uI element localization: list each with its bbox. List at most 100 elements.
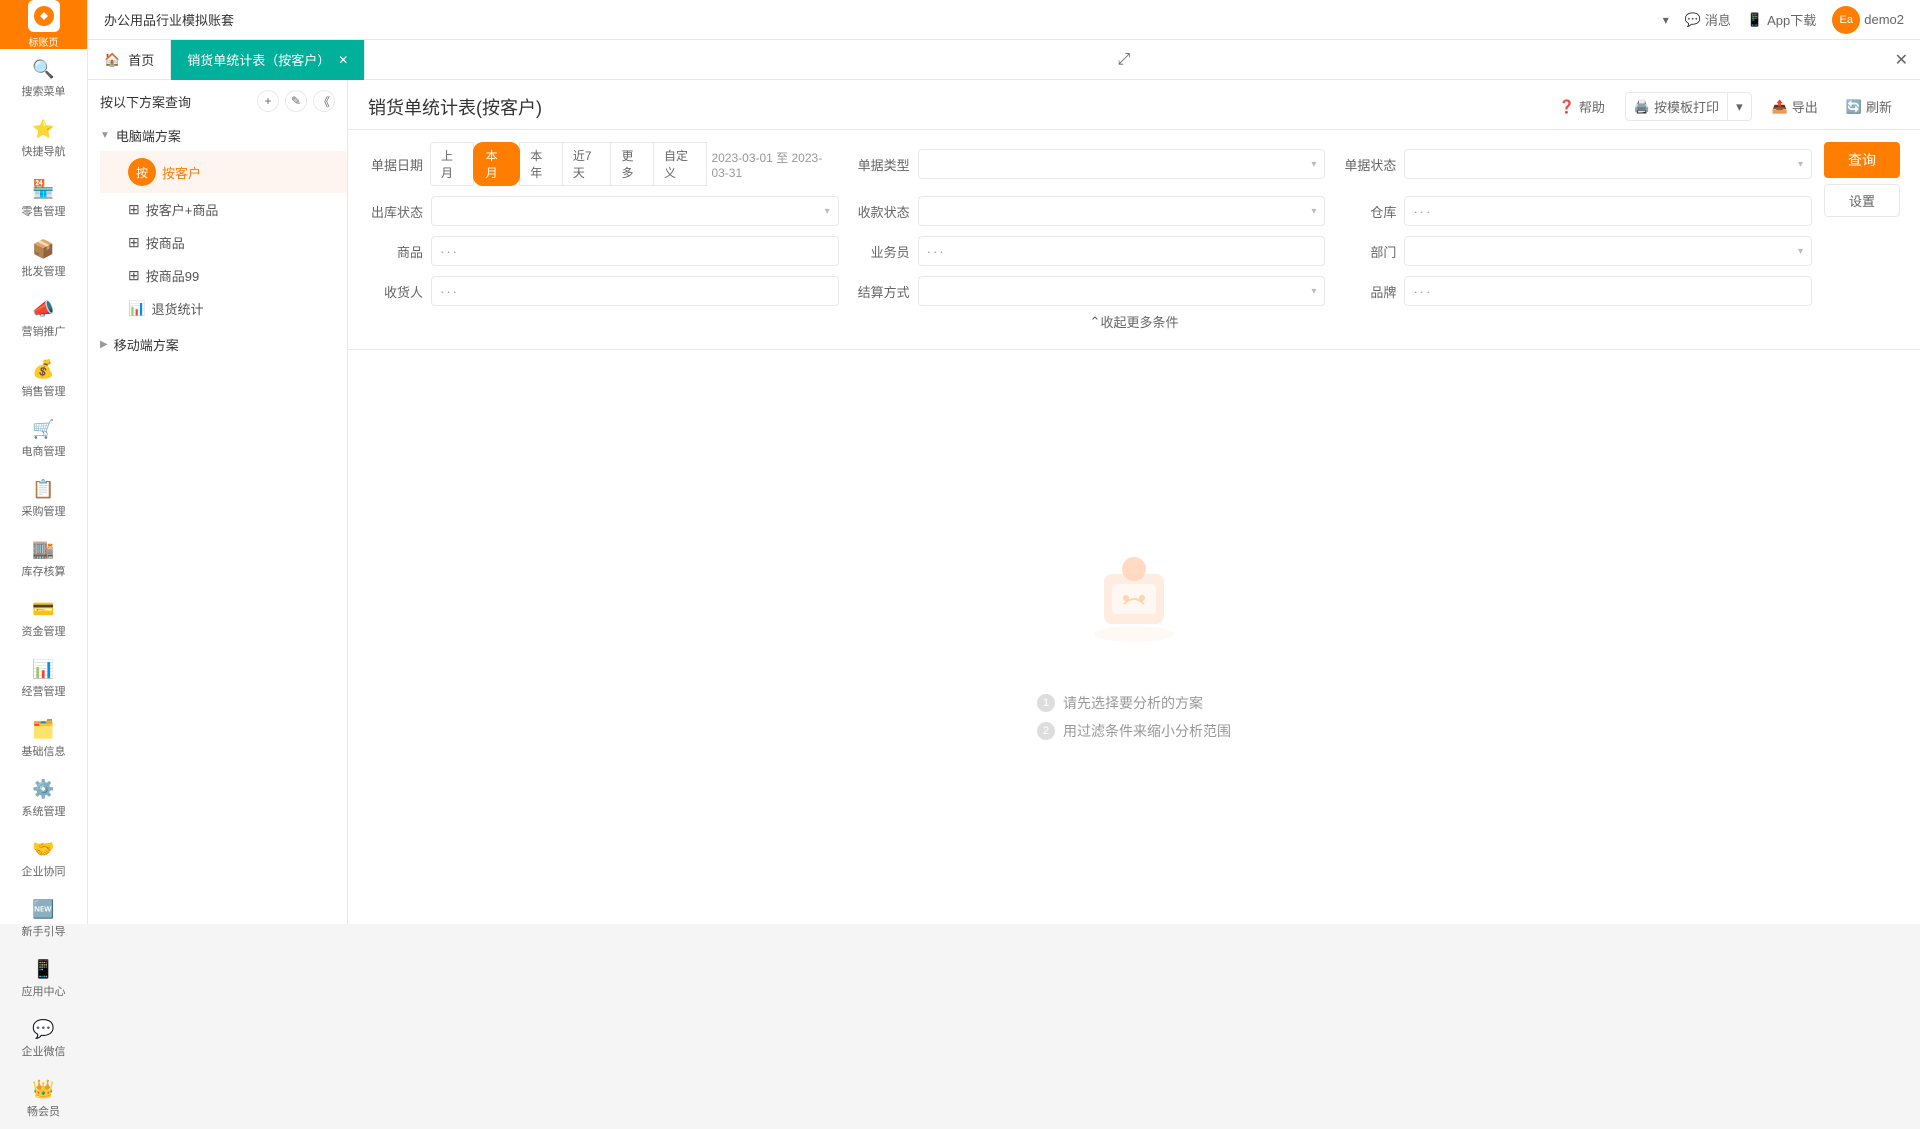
close-tab-button[interactable]: ✕ <box>1883 50 1920 70</box>
brand-label: 品牌 <box>1341 282 1396 301</box>
tabs-bar: 🏠 首页 销货单统计表（按客户） ✕ ⤢ ✕ <box>88 40 1920 80</box>
order-type-select[interactable]: ▾ <box>918 149 1326 179</box>
payment-status-chevron-icon: ▾ <box>1311 206 1316 217</box>
marketing-icon: 📣 <box>32 299 54 320</box>
sidebar-item-search[interactable]: 🔍 搜索菜单 <box>0 49 87 109</box>
print-icon: 🖨️ <box>1634 99 1650 115</box>
export-button[interactable]: 📤 导出 <box>1764 93 1826 120</box>
filter-warehouse: 仓库 ··· <box>1341 196 1812 226</box>
department-select[interactable]: ▾ <box>1404 236 1812 266</box>
filter-order-type: 单据类型 ▾ <box>855 149 1326 179</box>
tree-item-customer-goods[interactable]: ⊞ 按客户+商品 <box>100 193 347 226</box>
tab-close-icon[interactable]: ✕ <box>338 53 348 67</box>
tree-item-by-customer[interactable]: 按 按客户 <box>100 151 347 193</box>
add-scheme-button[interactable]: + <box>257 90 279 112</box>
salesperson-label: 业务员 <box>855 242 910 261</box>
edit-scheme-button[interactable]: ✎ <box>285 90 307 112</box>
finance-icon: 💳 <box>32 599 54 620</box>
active-circle-icon: 按 <box>128 158 156 186</box>
date-btn-custom[interactable]: 自定义 <box>653 142 707 186</box>
user-menu[interactable]: Ea demo2 <box>1832 6 1904 34</box>
sidebar-item-ecommerce[interactable]: 🛒 电商管理 <box>0 409 87 469</box>
query-button[interactable]: 查询 <box>1824 142 1900 178</box>
retail-icon: 🏪 <box>32 179 54 200</box>
help-button[interactable]: ❓ 帮助 <box>1551 93 1613 120</box>
sidebar-item-operations[interactable]: 📊 经营管理 <box>0 649 87 709</box>
help-icon: ❓ <box>1559 99 1575 115</box>
sidebar-item-sales[interactable]: 💰 销售管理 <box>0 349 87 409</box>
print-dropdown-button[interactable]: ▾ <box>1728 95 1751 119</box>
out-status-select[interactable]: ▾ <box>431 196 839 226</box>
tree-item-return-stats[interactable]: 📊 退货统计 <box>100 292 347 325</box>
member-icon: 👑 <box>32 1079 54 1100</box>
sidebar-item-enterprise[interactable]: 🤝 企业协同 <box>0 829 87 889</box>
empty-tip-1: 1 请先选择要分析的方案 <box>1037 693 1231 713</box>
warehouse-label: 仓库 <box>1341 202 1396 221</box>
brand-input[interactable]: ··· <box>1404 276 1812 306</box>
warehouse-input[interactable]: ··· <box>1404 196 1812 226</box>
star-icon: ⭐ <box>32 119 54 140</box>
order-status-select[interactable]: ▾ <box>1404 149 1812 179</box>
tree-mobile-header[interactable]: ▶ 移动端方案 <box>88 329 347 360</box>
app-download-button[interactable]: 📱 App下载 <box>1747 10 1816 29</box>
receiver-input[interactable]: ··· <box>431 276 839 306</box>
filter-receiver: 收货人 ··· <box>368 276 839 306</box>
sidebar-item-wechat[interactable]: 💬 企业微信 <box>0 1009 87 1069</box>
sidebar-item-retail[interactable]: 🏪 零售管理 <box>0 169 87 229</box>
order-status-chevron-icon: ▾ <box>1798 159 1803 170</box>
department-label: 部门 <box>1341 242 1396 261</box>
sidebar-item-marketing[interactable]: 📣 营销推广 <box>0 289 87 349</box>
tab-sales-stats[interactable]: 销货单统计表（按客户） ✕ <box>171 40 365 80</box>
payment-status-select[interactable]: ▾ <box>918 196 1326 226</box>
sidebar-item-inventory[interactable]: 🏬 库存核算 <box>0 529 87 589</box>
logo-text: 标账页 <box>29 34 59 49</box>
grid-icon-2: ⊞ <box>128 234 140 251</box>
tree-item-by-goods[interactable]: ⊞ 按商品 <box>100 226 347 259</box>
filter-row-1: 单据日期 上月 本月 本年 近7天 更多 自定义 2023-03-01 至 20… <box>368 142 1812 186</box>
salesperson-input[interactable]: ··· <box>918 236 1326 266</box>
settlement-label: 结算方式 <box>855 282 910 301</box>
tree-item-by-goods-99[interactable]: ⊞ 按商品99 <box>100 259 347 292</box>
messages-button[interactable]: 💬 消息 <box>1685 10 1731 29</box>
payment-status-label: 收款状态 <box>855 202 910 221</box>
order-type-chevron-icon: ▾ <box>1311 159 1316 170</box>
topbar-dropdown[interactable]: ▾ <box>1663 13 1669 27</box>
date-label: 单据日期 <box>368 155 423 174</box>
settings-button[interactable]: 设置 <box>1824 184 1900 217</box>
date-btn-this-year[interactable]: 本年 <box>519 142 563 186</box>
date-filter: 上月 本月 本年 近7天 更多 自定义 2023-03-01 至 2023-03… <box>431 142 839 186</box>
sidebar-item-appcenter[interactable]: 📱 应用中心 <box>0 949 87 1009</box>
date-btn-more[interactable]: 更多 <box>610 142 654 186</box>
settlement-select[interactable]: ▾ <box>918 276 1326 306</box>
wholesale-icon: 📦 <box>32 239 54 260</box>
avatar: Ea <box>1832 6 1860 34</box>
date-btn-7days[interactable]: 近7天 <box>562 142 612 186</box>
tree-mobile-section: ▶ 移动端方案 <box>88 329 347 360</box>
tree-desktop-header[interactable]: ▼ 电脑端方案 <box>88 120 347 151</box>
sidebar-item-newbie[interactable]: 🆕 新手引导 <box>0 889 87 949</box>
collapse-more-button[interactable]: ⌃ 收起更多条件 <box>368 306 1900 337</box>
empty-illustration <box>1074 534 1194 673</box>
goods-input[interactable]: ··· <box>431 236 839 266</box>
print-button[interactable]: 🖨️ 按模板打印 <box>1626 93 1728 120</box>
logo[interactable]: 标账页 <box>0 0 87 49</box>
sidebar-item-purchase[interactable]: 📋 采购管理 <box>0 469 87 529</box>
sidebar-item-member[interactable]: 👑 畅会员 <box>0 1069 87 1129</box>
sidebar-item-shortcuts[interactable]: ⭐ 快捷导航 <box>0 109 87 169</box>
collapse-panel-button[interactable]: 《 <box>313 90 335 112</box>
refresh-button[interactable]: 🔄 刷新 <box>1838 93 1900 120</box>
sidebar-item-system[interactable]: ⚙️ 系统管理 <box>0 769 87 829</box>
sidebar-item-base[interactable]: 🗂️ 基础信息 <box>0 709 87 769</box>
sidebar-item-wholesale[interactable]: 📦 批发管理 <box>0 229 87 289</box>
fullscreen-button[interactable]: ⤢ <box>1106 51 1143 69</box>
sidebar-item-finance[interactable]: 💳 资金管理 <box>0 589 87 649</box>
date-btn-last-month[interactable]: 上月 <box>430 142 474 186</box>
page-header: 销货单统计表(按客户) ❓ 帮助 🖨️ 按模板打印 ▾ <box>348 80 1920 130</box>
left-panel-header: 按以下方案查询 + ✎ 《 <box>88 90 347 120</box>
tab-home[interactable]: 🏠 首页 <box>88 40 171 80</box>
date-btn-this-month[interactable]: 本月 <box>473 142 521 186</box>
date-range-text: 2023-03-01 至 2023-03-31 <box>711 149 838 180</box>
message-icon: 💬 <box>1685 12 1701 28</box>
out-status-chevron-icon: ▾ <box>825 206 830 217</box>
filter-row-4: 收货人 ··· 结算方式 ▾ <box>368 276 1812 306</box>
